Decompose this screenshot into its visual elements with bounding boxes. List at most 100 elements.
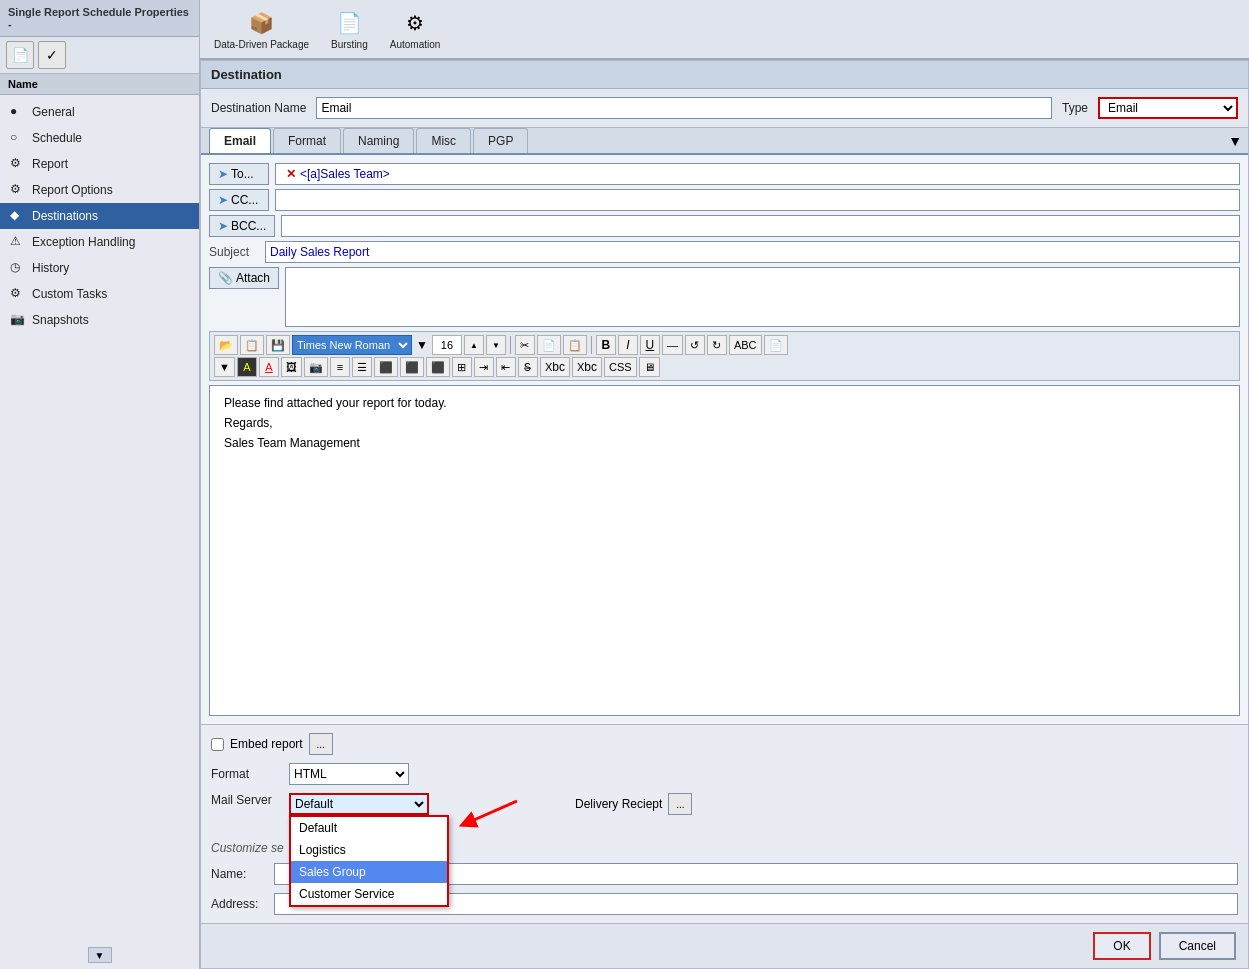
- rt-image-btn[interactable]: 🖼: [281, 357, 302, 377]
- cc-arrow-icon: ➤: [218, 193, 228, 207]
- rt-table-btn[interactable]: ⊞: [452, 357, 472, 377]
- subject-input[interactable]: [265, 241, 1240, 263]
- embed-checkbox[interactable]: [211, 738, 224, 751]
- sidebar-item-label: Schedule: [32, 131, 82, 145]
- bcc-row: ➤ BCC...: [209, 215, 1240, 237]
- sidebar-nav: ● General ○ Schedule ⚙ Report ⚙ Report O…: [0, 95, 199, 337]
- cc-input[interactable]: [275, 189, 1240, 211]
- rt-redo-btn[interactable]: ↻: [707, 335, 727, 355]
- add-icon[interactable]: 📄: [6, 41, 34, 69]
- sidebar-item-exception-handling[interactable]: ⚠ Exception Handling: [0, 229, 199, 255]
- to-tag-remove[interactable]: ✕: [286, 167, 296, 181]
- rt-size-down-btn[interactable]: ▼: [486, 335, 506, 355]
- sidebar-item-report[interactable]: ⚙ Report: [0, 151, 199, 177]
- rt-divider2: [591, 336, 592, 354]
- rt-cut-btn[interactable]: ✂: [515, 335, 535, 355]
- rt-line-btn[interactable]: —: [662, 335, 683, 355]
- data-driven-button[interactable]: 📦 Data-Driven Package: [208, 6, 315, 53]
- email-content: ➤ To... ✕ <[a]Sales Team> ➤ CC...: [201, 155, 1248, 724]
- cc-button-label: CC...: [231, 193, 258, 207]
- rt-ol-btn[interactable]: ≡: [330, 357, 350, 377]
- report-icon: ⚙: [10, 156, 26, 172]
- to-field[interactable]: ✕ <[a]Sales Team>: [275, 163, 1240, 185]
- ok-button[interactable]: OK: [1093, 932, 1150, 960]
- rt-font-size[interactable]: [432, 335, 462, 355]
- rt-more-btn[interactable]: 📄: [764, 335, 788, 355]
- attach-button[interactable]: 📎 Attach: [209, 267, 279, 289]
- rt-outdent-btn[interactable]: ⇤: [496, 357, 516, 377]
- sidebar-item-schedule[interactable]: ○ Schedule: [0, 125, 199, 151]
- rt-font-select[interactable]: Times New Roman: [292, 335, 412, 355]
- tab-naming[interactable]: Naming: [343, 128, 414, 153]
- tab-format[interactable]: Format: [273, 128, 341, 153]
- sidebar-item-report-options[interactable]: ⚙ Report Options: [0, 177, 199, 203]
- bcc-button[interactable]: ➤ BCC...: [209, 215, 275, 237]
- cc-button[interactable]: ➤ CC...: [209, 189, 269, 211]
- bcc-input[interactable]: [281, 215, 1240, 237]
- sidebar-item-history[interactable]: ◷ History: [0, 255, 199, 281]
- check-icon[interactable]: ✓: [38, 41, 66, 69]
- cancel-button[interactable]: Cancel: [1159, 932, 1236, 960]
- sidebar-item-custom-tasks[interactable]: ⚙ Custom Tasks: [0, 281, 199, 307]
- chevron-down-icon[interactable]: ▼: [88, 947, 112, 963]
- automation-button[interactable]: ⚙ Automation: [384, 6, 447, 53]
- bursting-button[interactable]: 📄 Bursting: [325, 6, 374, 53]
- schedule-icon: ○: [10, 130, 26, 146]
- sidebar-header: Single Report Schedule Properties -: [0, 0, 199, 37]
- dropdown-item-logistics[interactable]: Logistics: [291, 839, 447, 861]
- rt-css-btn[interactable]: CSS: [604, 357, 637, 377]
- history-icon: ◷: [10, 260, 26, 276]
- rt-align-right-btn[interactable]: ⬛: [426, 357, 450, 377]
- dropdown-item-sales-group[interactable]: Sales Group: [291, 861, 447, 883]
- rt-source-btn[interactable]: 🖥: [639, 357, 660, 377]
- tab-dropdown-icon[interactable]: ▼: [1228, 133, 1242, 149]
- rt-underline-btn[interactable]: U: [640, 335, 660, 355]
- sidebar-item-destinations[interactable]: ◆ Destinations: [0, 203, 199, 229]
- rt-save-btn[interactable]: 💾: [266, 335, 290, 355]
- rt-super-btn[interactable]: Xbc: [540, 357, 570, 377]
- rt-italic-btn[interactable]: I: [618, 335, 638, 355]
- embed-row: Embed report ...: [211, 733, 1238, 755]
- rt-open-btn[interactable]: 📂: [214, 335, 238, 355]
- rt-strike-btn[interactable]: S̶: [518, 357, 538, 377]
- tab-pgp[interactable]: PGP: [473, 128, 528, 153]
- bcc-button-label: BCC...: [231, 219, 266, 233]
- rt-copy-btn[interactable]: 📄: [537, 335, 561, 355]
- tab-misc[interactable]: Misc: [416, 128, 471, 153]
- rt-page-btn[interactable]: 📋: [240, 335, 264, 355]
- exception-icon: ⚠: [10, 234, 26, 250]
- sidebar-item-label: History: [32, 261, 69, 275]
- rt-spell-btn[interactable]: ABC: [729, 335, 762, 355]
- rt-bold-btn[interactable]: B: [596, 335, 616, 355]
- rt-indent-btn[interactable]: ⇥: [474, 357, 494, 377]
- mail-server-select[interactable]: Default: [289, 793, 429, 815]
- mail-server-row: Mail Server Default Default Logistics Sa…: [211, 793, 429, 815]
- sidebar-bottom: ▼: [0, 941, 199, 969]
- rt-sub-btn[interactable]: Xbc: [572, 357, 602, 377]
- rt-paste-btn[interactable]: 📋: [563, 335, 587, 355]
- rt-font-color-btn[interactable]: A: [259, 357, 279, 377]
- dropdown-item-customer-service[interactable]: Customer Service: [291, 883, 447, 905]
- destination-name-input[interactable]: [316, 97, 1052, 119]
- svg-line-1: [467, 801, 517, 823]
- rt-align-left-btn[interactable]: ⬛: [374, 357, 398, 377]
- tab-email[interactable]: Email: [209, 128, 271, 153]
- format-select[interactable]: HTML PDF Excel Word: [289, 763, 409, 785]
- delivery-btn[interactable]: ...: [668, 793, 692, 815]
- rt-size-up-btn[interactable]: ▲: [464, 335, 484, 355]
- rt-undo-btn[interactable]: ↺: [685, 335, 705, 355]
- sidebar-item-general[interactable]: ● General: [0, 99, 199, 125]
- rt-highlight-btn[interactable]: A: [237, 357, 257, 377]
- rt-style-btn[interactable]: ▼: [214, 357, 235, 377]
- rt-ul-btn[interactable]: ☰: [352, 357, 372, 377]
- email-body-area[interactable]: Please find attached your report for tod…: [209, 385, 1240, 716]
- destination-type-select[interactable]: Email File FTP Print: [1098, 97, 1238, 119]
- embed-btn[interactable]: ...: [309, 733, 333, 755]
- sidebar-item-snapshots[interactable]: 📷 Snapshots: [0, 307, 199, 333]
- rt-photo-btn[interactable]: 📷: [304, 357, 328, 377]
- rt-align-center-btn[interactable]: ⬛: [400, 357, 424, 377]
- dropdown-item-default[interactable]: Default: [291, 817, 447, 839]
- attach-label: Attach: [236, 271, 270, 285]
- data-driven-label: Data-Driven Package: [214, 39, 309, 50]
- to-button[interactable]: ➤ To...: [209, 163, 269, 185]
